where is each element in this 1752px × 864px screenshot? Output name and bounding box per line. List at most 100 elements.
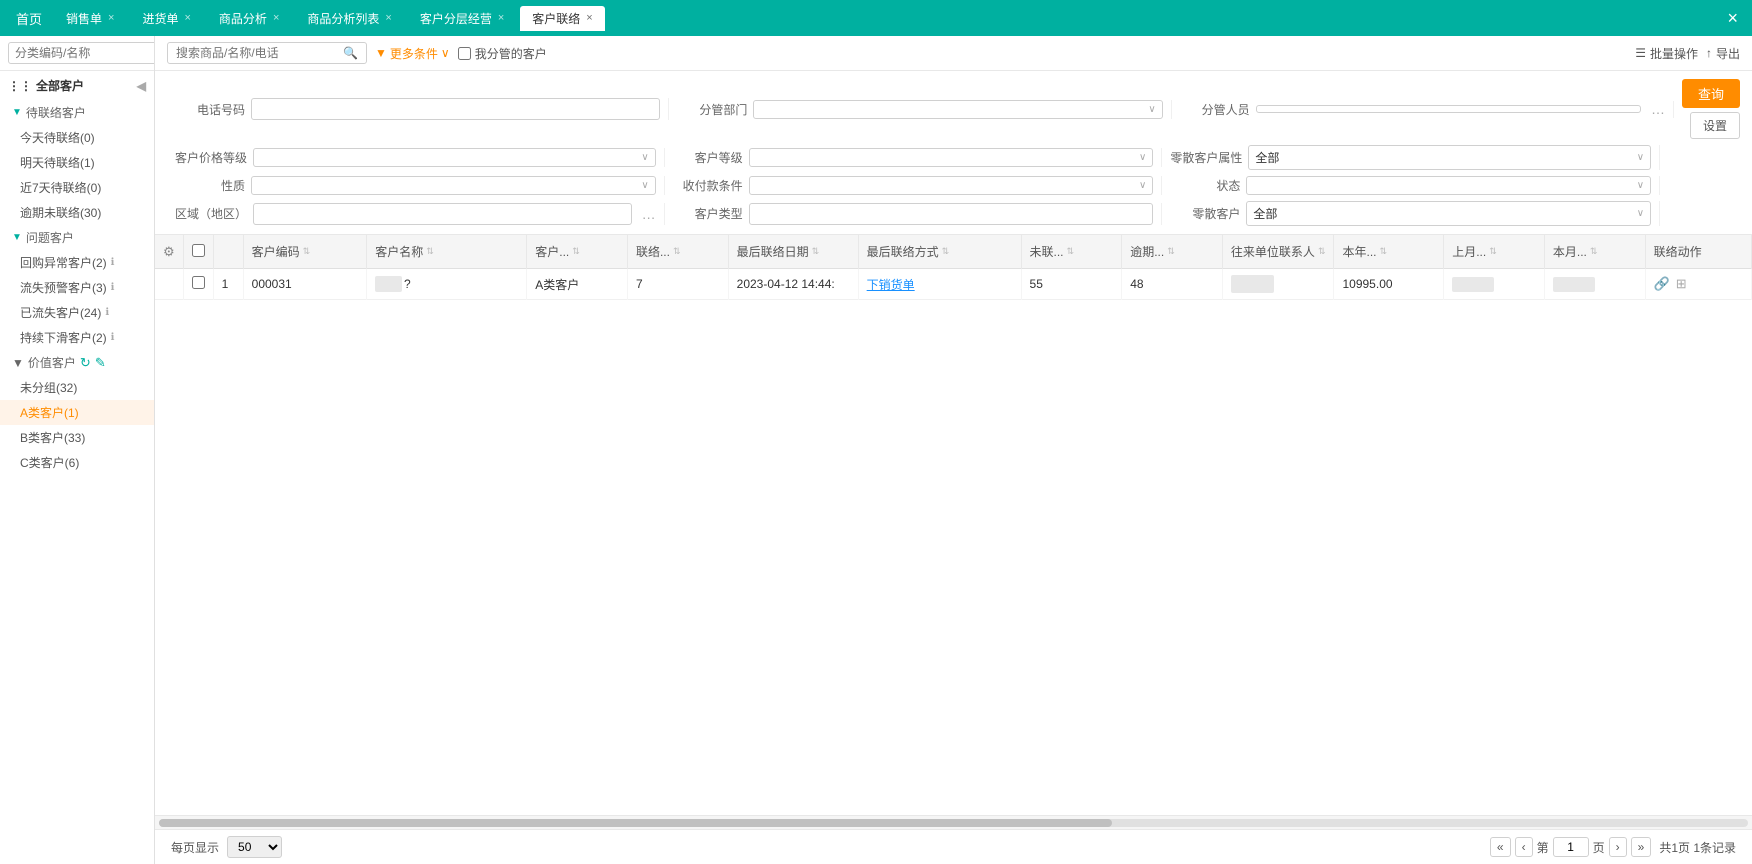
table-header-name[interactable]: 客户名称 ⇅ bbox=[367, 235, 527, 269]
pagination-last-button[interactable]: » bbox=[1631, 837, 1652, 857]
table-header-code[interactable]: 客户编码 ⇅ bbox=[243, 235, 367, 269]
sidebar-item-today-pending[interactable]: 今天待联络(0) bbox=[0, 125, 154, 150]
scrollbar-thumb[interactable] bbox=[159, 819, 1112, 827]
filter-bar: 🔍 ▼ 更多条件 ∨ 我分管的客户 ☰ 批量操作 ↑ 导出 bbox=[155, 36, 1752, 71]
sidebar-item-declining[interactable]: 持续下滑客户(2) ℹ bbox=[0, 325, 154, 350]
sidebar-item-tomorrow-pending[interactable]: 明天待联络(1) bbox=[0, 150, 154, 175]
table-header-last-type[interactable]: 最后联络方式 ⇅ bbox=[858, 235, 1021, 269]
info-icon-churned[interactable]: ℹ bbox=[105, 307, 109, 318]
row-checkbox[interactable] bbox=[192, 276, 205, 289]
nav-tab-customer-tier[interactable]: 客户分层经营 × bbox=[408, 6, 516, 31]
nav-tab-customer-contact-close[interactable]: × bbox=[586, 12, 592, 24]
nav-tab-purchase[interactable]: 进货单 × bbox=[130, 6, 202, 31]
row-contacts: 7 bbox=[627, 269, 728, 300]
filter-search-box: 🔍 bbox=[167, 42, 367, 64]
filter-person-dots-icon[interactable]: … bbox=[1651, 101, 1665, 117]
filter-payment-select[interactable]: ∨ bbox=[749, 176, 1154, 195]
nav-tab-product-list-close[interactable]: × bbox=[385, 12, 391, 24]
filter-customer-type-input[interactable] bbox=[749, 203, 1154, 225]
filter-customer-grade-select[interactable]: ∨ bbox=[749, 148, 1154, 167]
sidebar-item-churned[interactable]: 已流失客户(24) ℹ bbox=[0, 300, 154, 325]
sidebar-item-class-c[interactable]: C类客户(6) bbox=[0, 450, 154, 475]
sidebar-item-class-b[interactable]: B类客户(33) bbox=[0, 425, 154, 450]
nav-tab-product-list[interactable]: 商品分析列表 × bbox=[295, 6, 403, 31]
table-header-this-year[interactable]: 本年... ⇅ bbox=[1334, 235, 1444, 269]
filter-payment-chevron: ∨ bbox=[1139, 180, 1146, 191]
sidebar-search-input[interactable] bbox=[8, 42, 155, 64]
close-all-tabs-button[interactable]: × bbox=[1721, 6, 1744, 31]
filter-phone-input[interactable] bbox=[251, 98, 660, 120]
table-header-unit-contacts[interactable]: 往来单位联系人 ⇅ bbox=[1222, 235, 1334, 269]
nav-tab-product-analysis-close[interactable]: × bbox=[273, 12, 279, 24]
action-link-icon-button[interactable]: 🔗 bbox=[1654, 276, 1670, 292]
sidebar-collapse-icon[interactable]: ◀ bbox=[137, 79, 146, 93]
pagination-page-input[interactable] bbox=[1553, 837, 1589, 857]
per-page-select[interactable]: 50 100 200 bbox=[227, 836, 282, 858]
row-last-type-link[interactable]: 下销货单 bbox=[867, 278, 915, 292]
table-header-this-month[interactable]: 本月... ⇅ bbox=[1544, 235, 1645, 269]
pagination-first-button[interactable]: « bbox=[1490, 837, 1511, 857]
action-qr-icon-button[interactable]: ⊞ bbox=[1676, 276, 1687, 292]
batch-operation-button[interactable]: ☰ 批量操作 bbox=[1635, 45, 1698, 62]
pagination-prev-button[interactable]: ‹ bbox=[1515, 837, 1533, 857]
sidebar-item-class-a[interactable]: A类客户(1) bbox=[0, 400, 154, 425]
table-header-no-contact[interactable]: 未联... ⇅ bbox=[1021, 235, 1122, 269]
table-header-overdue[interactable]: 逾期... ⇅ bbox=[1122, 235, 1223, 269]
nav-tab-product-analysis[interactable]: 商品分析 × bbox=[207, 6, 291, 31]
filter-search-icon[interactable]: 🔍 bbox=[343, 46, 358, 60]
query-button[interactable]: 查询 bbox=[1682, 79, 1740, 108]
info-icon-repurchase[interactable]: ℹ bbox=[111, 257, 115, 268]
filter-customer-grade-label: 客户等级 bbox=[673, 149, 743, 166]
sidebar-value-edit-icon[interactable]: ✎ bbox=[95, 355, 106, 371]
sidebar-item-7day-pending[interactable]: 近7天待联络(0) bbox=[0, 175, 154, 200]
sidebar-all-customers[interactable]: ⋮⋮ 全部客户 ◀ bbox=[0, 71, 154, 100]
filter-region-dots-icon[interactable]: … bbox=[642, 206, 656, 222]
filter-region-input[interactable] bbox=[253, 203, 632, 225]
sidebar-item-churn-warning[interactable]: 流失预警客户(3) ℹ bbox=[0, 275, 154, 300]
sidebar-value-label: 价值客户 bbox=[28, 354, 76, 371]
sort-name-icon: ⇅ bbox=[426, 246, 434, 257]
filter-dept-select[interactable]: ∨ bbox=[753, 100, 1162, 119]
row-code: 000031 bbox=[243, 269, 367, 300]
table-header-type[interactable]: 客户... ⇅ bbox=[527, 235, 628, 269]
my-customers-filter[interactable]: 我分管的客户 bbox=[458, 45, 547, 62]
nav-home[interactable]: 首页 bbox=[8, 5, 50, 32]
sidebar-item-overdue[interactable]: 逾期未联络(30) bbox=[0, 200, 154, 225]
table-header-last-date[interactable]: 最后联络日期 ⇅ bbox=[728, 235, 858, 269]
nav-tab-customer-contact[interactable]: 客户联络 × bbox=[520, 6, 604, 31]
sidebar-item-repurchase-abnormal[interactable]: 回购异常客户(2) ℹ bbox=[0, 250, 154, 275]
sort-code-icon: ⇅ bbox=[303, 246, 311, 257]
table-gear-button[interactable]: ⚙ bbox=[163, 244, 175, 260]
export-button[interactable]: ↑ 导出 bbox=[1706, 45, 1740, 62]
sidebar-pending-arrow: ▼ bbox=[12, 107, 22, 118]
table-select-all-checkbox[interactable] bbox=[192, 244, 205, 257]
sidebar-item-ungrouped[interactable]: 未分组(32) bbox=[0, 375, 154, 400]
my-customers-checkbox[interactable] bbox=[458, 47, 471, 60]
nav-tab-sales[interactable]: 销售单 × bbox=[54, 6, 126, 31]
filter-more-conditions-button[interactable]: ▼ 更多条件 ∨ bbox=[375, 45, 450, 62]
filter-retail-customer-select[interactable]: 全部 ∨ bbox=[1246, 201, 1651, 226]
content-area: 🔍 ▼ 更多条件 ∨ 我分管的客户 ☰ 批量操作 ↑ 导出 bbox=[155, 36, 1752, 864]
table-header-code-label: 客户编码 bbox=[252, 243, 300, 260]
pagination-next-button[interactable]: › bbox=[1609, 837, 1627, 857]
sort-contacts-icon: ⇅ bbox=[673, 246, 681, 257]
filter-retail-attr-select[interactable]: 全部 ∨ bbox=[1248, 145, 1651, 170]
filter-person-select[interactable] bbox=[1256, 105, 1641, 113]
filter-search-input[interactable] bbox=[176, 46, 339, 60]
filter-status-select[interactable]: ∨ bbox=[1246, 176, 1651, 195]
nav-tab-product-list-label: 商品分析列表 bbox=[307, 10, 379, 27]
filter-nature-select[interactable]: ∨ bbox=[251, 176, 656, 195]
nav-tab-purchase-close[interactable]: × bbox=[184, 12, 190, 24]
pagination-page-unit: 页 bbox=[1593, 839, 1605, 856]
nav-tab-customer-tier-close[interactable]: × bbox=[498, 12, 504, 24]
horizontal-scrollbar[interactable] bbox=[155, 815, 1752, 829]
nav-tab-sales-close[interactable]: × bbox=[108, 12, 114, 24]
sort-last-type-icon: ⇅ bbox=[942, 246, 950, 257]
set-button[interactable]: 设置 bbox=[1690, 112, 1740, 139]
info-icon-churn-warning[interactable]: ℹ bbox=[111, 282, 115, 293]
info-icon-declining[interactable]: ℹ bbox=[111, 332, 115, 343]
filter-price-grade-select[interactable]: ∨ bbox=[253, 148, 656, 167]
table-header-contacts[interactable]: 联络... ⇅ bbox=[627, 235, 728, 269]
sidebar-value-refresh-icon[interactable]: ↻ bbox=[80, 355, 91, 371]
table-header-last-month[interactable]: 上月... ⇅ bbox=[1444, 235, 1545, 269]
